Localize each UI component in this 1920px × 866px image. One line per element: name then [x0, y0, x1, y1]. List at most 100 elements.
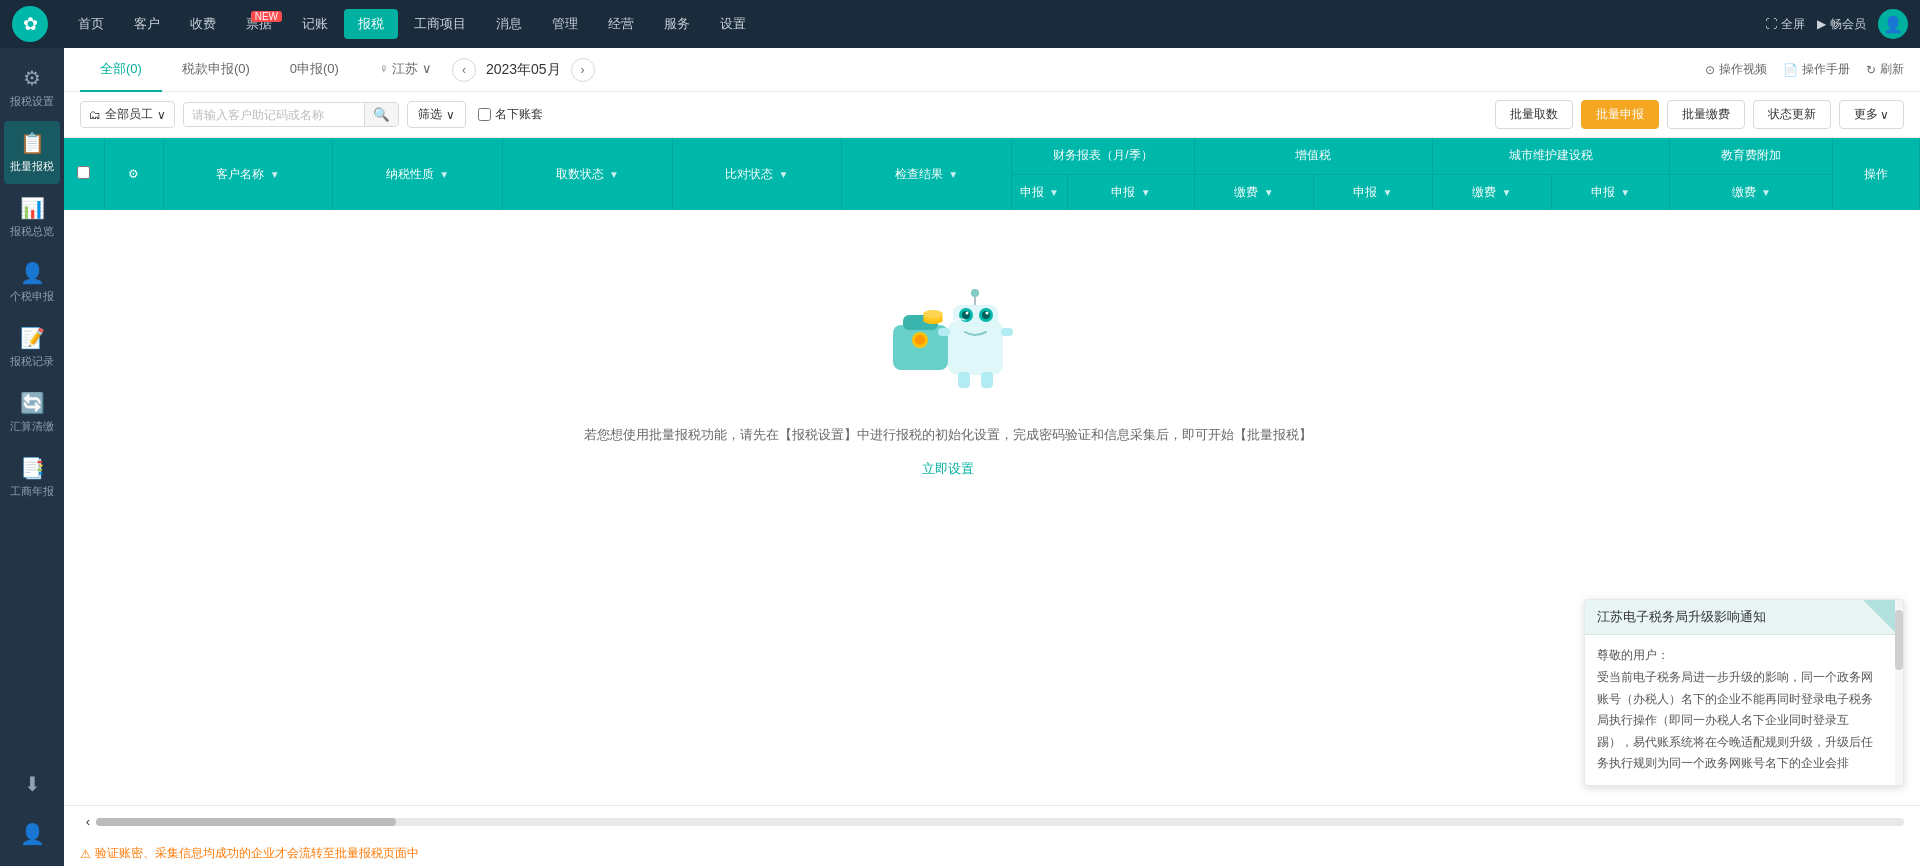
col-operations: 操作: [1833, 138, 1920, 210]
search-button[interactable]: 🔍: [364, 103, 398, 126]
manual-action[interactable]: 📄 操作手册: [1783, 61, 1850, 78]
nav-settings[interactable]: 设置: [706, 9, 760, 39]
fullscreen-btn[interactable]: ⛶ 全屏: [1765, 16, 1805, 33]
sidebar-item-batch-tax[interactable]: 📋 批量报税: [4, 121, 60, 184]
col-customer-name[interactable]: 客户名称 ▼: [163, 138, 333, 210]
sidebar-item-label: 报税记录: [10, 354, 54, 369]
date-prev-btn[interactable]: ‹: [452, 58, 476, 82]
bottom-scrollbar[interactable]: [96, 818, 1904, 826]
notification-scrollbar[interactable]: [1895, 600, 1903, 785]
col-fetch-status[interactable]: 取数状态 ▼: [502, 138, 672, 210]
tax-record-icon: 📝: [20, 326, 45, 350]
video-action[interactable]: ⊙ 操作视频: [1705, 61, 1767, 78]
batch-fetch-btn[interactable]: 批量取数: [1495, 100, 1573, 129]
tab-tax-declare[interactable]: 税款申报(0): [162, 48, 270, 92]
sidebar-item-label: 工商年报: [10, 484, 54, 499]
col-city-declare[interactable]: 申报 ▼: [1313, 174, 1432, 210]
col-edu-declare[interactable]: 申报 ▼: [1551, 174, 1670, 210]
nav-bizproject[interactable]: 工商项目: [400, 9, 480, 39]
setup-link[interactable]: 立即设置: [922, 460, 974, 478]
toolbar: 🗂 全部员工 ∨ 🔍 筛选 ∨ 名下账套 批量取数 批量申报 批量缴费 状态更新: [64, 92, 1920, 138]
col-checkbox[interactable]: [64, 138, 104, 210]
nav-service[interactable]: 服务: [650, 9, 704, 39]
filter-chevron-icon: ∨: [446, 108, 455, 122]
svg-point-5: [915, 335, 925, 345]
col-vat: 增值税: [1194, 138, 1432, 174]
batch-declare-btn[interactable]: 批量申报: [1581, 100, 1659, 129]
top-nav: ✿ 首页 客户 收费 票据 NEW 记账 报税 工商项目 消息 管理 经营 服务…: [0, 0, 1920, 48]
sidebar-item-personal-tax[interactable]: 👤 个税申报: [4, 251, 60, 314]
date-next-btn[interactable]: ›: [571, 58, 595, 82]
nav-operate[interactable]: 经营: [594, 9, 648, 39]
nav-invoice[interactable]: 票据 NEW: [232, 9, 286, 39]
svg-point-8: [923, 310, 943, 318]
col-settings[interactable]: ⚙: [104, 138, 163, 210]
batch-pay-btn[interactable]: 批量缴费: [1667, 100, 1745, 129]
col-compare-status[interactable]: 比对状态 ▼: [672, 138, 842, 210]
avatar[interactable]: 👤: [1878, 9, 1908, 39]
nav-manage[interactable]: 管理: [538, 9, 592, 39]
svg-point-15: [966, 312, 969, 315]
bottom-area: ‹ ⚠ 验证账密、采集信息均成功的企业才会流转至批量报税页面中: [64, 805, 1920, 866]
col-financial-declare[interactable]: 申报 ▼: [1011, 174, 1067, 210]
nav-message[interactable]: 消息: [482, 9, 536, 39]
sidebar-user[interactable]: 👤: [4, 812, 60, 856]
sidebar-bottom: ⬇ 👤: [4, 762, 60, 866]
svg-point-18: [971, 289, 979, 297]
nav-right: ⛶ 全屏 ▶ 畅会员 👤: [1765, 9, 1908, 39]
notification-title: 江苏电子税务局升级影响通知: [1597, 608, 1766, 626]
name-checkbox[interactable]: [478, 108, 491, 121]
sidebar-item-tax-record[interactable]: 📝 报税记录: [4, 316, 60, 379]
employee-select-icon: 🗂: [89, 108, 101, 122]
fullscreen-icon: ⛶: [1765, 17, 1777, 31]
empty-message: 若您想使用批量报税功能，请先在【报税设置】中进行报税的初始化设置，完成密码验证和…: [584, 426, 1312, 444]
search-input[interactable]: [184, 104, 364, 126]
avatar-icon: 👤: [1883, 15, 1903, 34]
refresh-icon: ↻: [1866, 63, 1876, 77]
col-tax-nature[interactable]: 纳税性质 ▼: [333, 138, 503, 210]
checkbox-label[interactable]: 名下账套: [478, 106, 543, 123]
sidebar-item-label: 报税总览: [10, 224, 54, 239]
refresh-action[interactable]: ↻ 刷新: [1866, 61, 1904, 78]
status-update-btn[interactable]: 状态更新: [1753, 100, 1831, 129]
app-logo[interactable]: ✿: [12, 6, 48, 42]
sidebar-item-tax-settings[interactable]: ⚙ 报税设置: [4, 56, 60, 119]
svg-text:✿: ✿: [23, 14, 38, 34]
notification-header: 江苏电子税务局升级影响通知 ×: [1585, 600, 1903, 635]
employee-chevron-icon: ∨: [157, 108, 166, 122]
tab-region[interactable]: ♀ 江苏 ∨: [359, 48, 452, 92]
notification-panel: 江苏电子税务局升级影响通知 × 尊敬的用户： 受当前电子税务局进一步升级的影响，…: [1584, 599, 1904, 786]
empty-row: 若您想使用批量报税功能，请先在【报税设置】中进行报税的初始化设置，完成密码验证和…: [64, 210, 1920, 518]
sidebar-download[interactable]: ⬇: [4, 762, 60, 806]
vip-btn[interactable]: ▶ 畅会员: [1817, 16, 1866, 33]
tabs-bar: 全部(0) 税款申报(0) 0申报(0) ♀ 江苏 ∨ ‹ 2023年05月 ›…: [64, 48, 1920, 92]
filter-btn[interactable]: 筛选 ∨: [407, 101, 466, 128]
col-edu-pay[interactable]: 缴费 ▼: [1670, 174, 1833, 210]
nav-accounting[interactable]: 记账: [288, 9, 342, 39]
more-btn[interactable]: 更多 ∨: [1839, 100, 1904, 129]
col-vat-pay[interactable]: 缴费 ▼: [1194, 174, 1313, 210]
sidebar-item-tax-summary[interactable]: 📊 报税总览: [4, 186, 60, 249]
search-box: 🔍: [183, 102, 399, 127]
nav-billing[interactable]: 收费: [176, 9, 230, 39]
tab-zero-declare[interactable]: 0申报(0): [270, 48, 359, 92]
tab-all[interactable]: 全部(0): [80, 48, 162, 92]
select-all-checkbox[interactable]: [77, 166, 90, 179]
clearing-icon: 🔄: [20, 391, 45, 415]
svg-rect-19: [938, 328, 950, 336]
col-city-pay[interactable]: 缴费 ▼: [1432, 174, 1551, 210]
col-check-result[interactable]: 检查结果 ▼: [842, 138, 1012, 210]
sidebar-item-label: 批量报税: [10, 159, 54, 174]
employee-select[interactable]: 🗂 全部员工 ∨: [80, 101, 175, 128]
nav-customer[interactable]: 客户: [120, 9, 174, 39]
col-vat-declare[interactable]: 申报 ▼: [1067, 174, 1194, 210]
nav-home[interactable]: 首页: [64, 9, 118, 39]
col-city-tax: 城市维护建设税: [1432, 138, 1670, 174]
svg-rect-21: [958, 372, 970, 388]
nav-tax[interactable]: 报税: [344, 9, 398, 39]
scroll-left-btn[interactable]: ‹: [80, 814, 96, 830]
notification-text: 尊敬的用户： 受当前电子税务局进一步升级的影响，同一个政务网账号（办税人）名下的…: [1597, 645, 1891, 775]
sidebar-item-clearing[interactable]: 🔄 汇算清缴: [4, 381, 60, 444]
sidebar-item-annual-report[interactable]: 📑 工商年报: [4, 446, 60, 509]
svg-point-16: [986, 312, 989, 315]
